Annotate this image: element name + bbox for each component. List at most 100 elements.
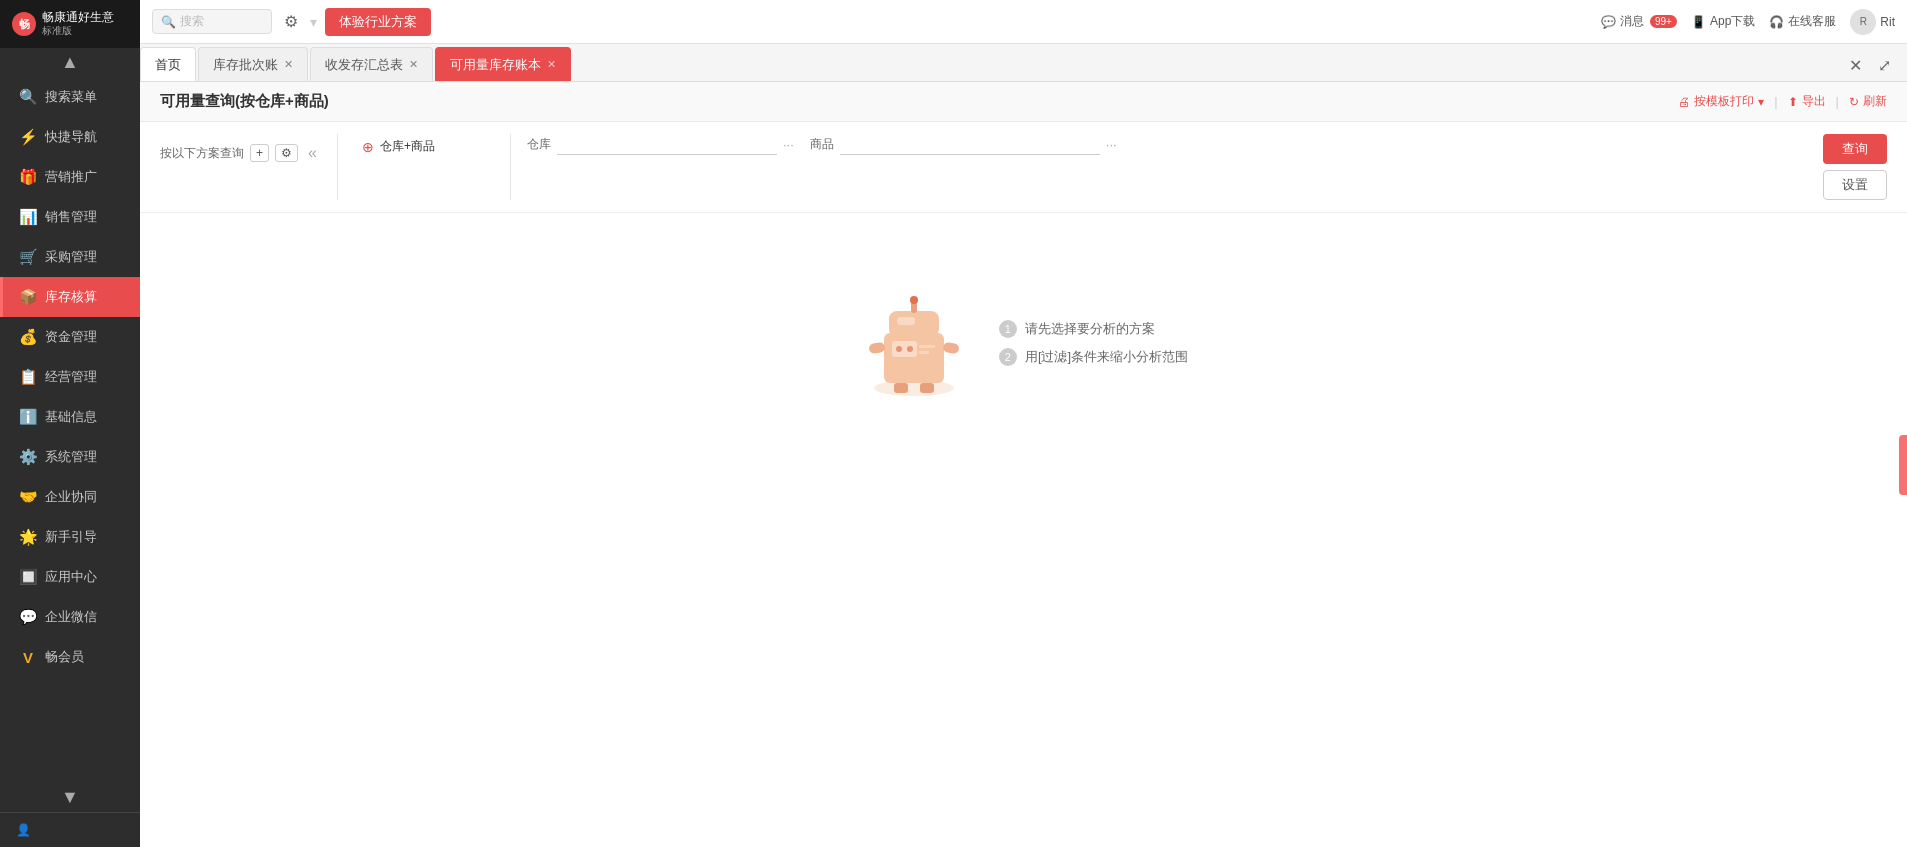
gift-icon: 🎁 (19, 168, 37, 186)
main-area: 🔍 搜索 ⚙ ▾ 体验行业方案 💬 消息 99+ 📱 App下载 🎧 在线客服 (140, 0, 1907, 847)
warehouse-more-icon[interactable]: ··· (783, 137, 794, 152)
sidebar-label-system: 系统管理 (45, 448, 97, 466)
svg-point-4 (907, 346, 913, 352)
sidebar-label-membership: 畅会员 (45, 648, 84, 666)
collapse-filter-button[interactable]: « (304, 140, 321, 166)
scheme-item-warehouse-product[interactable]: ⊕ 仓库+商品 (354, 134, 494, 159)
search-box[interactable]: 🔍 搜索 (152, 9, 272, 34)
gear-icon-topbar[interactable]: ⚙ (280, 8, 302, 35)
sidebar-item-shortcut[interactable]: ⚡ 快捷导航 (0, 117, 140, 157)
refresh-button[interactable]: ↻ 刷新 (1849, 93, 1887, 110)
sidebar-item-app-center[interactable]: 🔲 应用中心 (0, 557, 140, 597)
tab-batch-account[interactable]: 库存批次账 ✕ (198, 47, 308, 81)
tab-deposit-summary-close[interactable]: ✕ (409, 58, 418, 71)
print-button[interactable]: 🖨 按模板打印 ▾ (1678, 93, 1764, 110)
sidebar-label-search: 搜索菜单 (45, 88, 97, 106)
close-tab-button[interactable]: ✕ (1845, 54, 1866, 77)
tab-home[interactable]: 首页 (140, 47, 196, 81)
sidebar-scroll-down[interactable]: ▼ (0, 783, 140, 812)
right-scrollbar-hint (1899, 435, 1907, 495)
sidebar-label-marketing: 营销推广 (45, 168, 97, 186)
tab-batch-account-close[interactable]: ✕ (284, 58, 293, 71)
print-label: 按模板打印 (1694, 93, 1754, 110)
user-avatar-small: 👤 (16, 823, 31, 837)
tip-num-1: 1 (999, 320, 1017, 338)
sidebar-label-wechat: 企业微信 (45, 608, 97, 626)
sidebar-scroll-up[interactable]: ▲ (0, 48, 140, 77)
page-content: 可用量查询(按仓库+商品) 🖨 按模板打印 ▾ | ⬆ 导出 | ↻ 刷新 (140, 82, 1907, 847)
app-download-label: App下载 (1710, 13, 1755, 30)
message-icon: 💬 (1601, 15, 1616, 29)
print-icon: 🖨 (1678, 95, 1690, 109)
sidebar-item-finance[interactable]: 💰 资金管理 (0, 317, 140, 357)
sidebar-item-marketing[interactable]: 🎁 营销推广 (0, 157, 140, 197)
expand-button[interactable]: ⤢ (1874, 54, 1895, 77)
sidebar-item-inventory[interactable]: 📦 库存核算 (0, 277, 140, 317)
svg-point-3 (896, 346, 902, 352)
filter-section-text: 按以下方案查询 (160, 145, 244, 162)
app-logo: 畅 (12, 12, 36, 36)
filter-area: 按以下方案查询 + ⚙ « ⊕ 仓库+商品 仓库 ··· (140, 122, 1907, 213)
membership-icon: V (19, 649, 37, 666)
trial-industry-button[interactable]: 体验行业方案 (325, 8, 431, 36)
product-field-label: 商品 (810, 136, 834, 153)
inventory-icon: 📦 (19, 288, 37, 306)
user-name: Rit (1880, 15, 1895, 29)
sidebar: 畅 畅康通好生意 标准版 ▲ 🔍 搜索菜单 ⚡ 快捷导航 🎁 营销推广 📊 销售… (0, 0, 140, 847)
message-action[interactable]: 💬 消息 99+ (1601, 13, 1677, 30)
page-title: 可用量查询(按仓库+商品) (160, 92, 329, 111)
sidebar-label-inventory: 库存核算 (45, 288, 97, 306)
scheme-settings-button[interactable]: ⚙ (275, 144, 298, 162)
query-button[interactable]: 查询 (1823, 134, 1887, 164)
sidebar-footer[interactable]: 👤 (0, 812, 140, 847)
tab-deposit-summary[interactable]: 收发存汇总表 ✕ (310, 47, 433, 81)
svg-rect-5 (919, 345, 935, 348)
sidebar-label-basic-info: 基础信息 (45, 408, 97, 426)
empty-tip-1: 1 请先选择要分析的方案 (999, 320, 1188, 338)
tab-available-ledger[interactable]: 可用量库存账本 ✕ (435, 47, 571, 81)
add-scheme-button[interactable]: + (250, 144, 269, 162)
svg-rect-8 (920, 383, 934, 393)
sidebar-item-operations[interactable]: 📋 经营管理 (0, 357, 140, 397)
app-name: 畅康通好生意 (42, 10, 114, 24)
export-button[interactable]: ⬆ 导出 (1788, 93, 1826, 110)
product-more-icon[interactable]: ··· (1106, 137, 1117, 152)
sidebar-item-basic-info[interactable]: ℹ️ 基础信息 (0, 397, 140, 437)
header-divider-2: | (1836, 94, 1839, 109)
sidebar-item-system[interactable]: ⚙️ 系统管理 (0, 437, 140, 477)
settings-button[interactable]: 设置 (1823, 170, 1887, 200)
svg-rect-1 (884, 333, 944, 383)
tab-available-ledger-close[interactable]: ✕ (547, 58, 556, 71)
top-bar: 🔍 搜索 ⚙ ▾ 体验行业方案 💬 消息 99+ 📱 App下载 🎧 在线客服 (140, 0, 1907, 44)
filter-fields: 仓库 ··· 商品 ··· (527, 134, 1811, 155)
empty-state: 1 请先选择要分析的方案 2 用[过滤]条件来缩小分析范围 (140, 213, 1907, 473)
operations-icon: 📋 (19, 368, 37, 386)
sidebar-item-sales[interactable]: 📊 销售管理 (0, 197, 140, 237)
avatar-initial: R (1860, 16, 1867, 27)
sidebar-item-newbie[interactable]: 🌟 新手引导 (0, 517, 140, 557)
header-divider-1: | (1774, 94, 1777, 109)
purchase-icon: 🛒 (19, 248, 37, 266)
sidebar-item-enterprise[interactable]: 🤝 企业协同 (0, 477, 140, 517)
sidebar-item-wechat[interactable]: 💬 企业微信 (0, 597, 140, 637)
headset-icon: 🎧 (1769, 15, 1784, 29)
svg-rect-6 (919, 351, 929, 354)
sidebar-item-membership[interactable]: V 畅会员 (0, 637, 140, 677)
tabs-right-controls: ✕ ⤢ (1845, 54, 1907, 81)
search-icon-topbar: 🔍 (161, 15, 176, 29)
tip-text-1: 请先选择要分析的方案 (1025, 320, 1155, 338)
app-name-block: 畅康通好生意 标准版 (42, 10, 114, 38)
svg-point-14 (910, 296, 918, 304)
warehouse-input[interactable] (557, 134, 777, 155)
online-service-action[interactable]: 🎧 在线客服 (1769, 13, 1836, 30)
sidebar-nav: 🔍 搜索菜单 ⚡ 快捷导航 🎁 营销推广 📊 销售管理 🛒 采购管理 📦 库存核… (0, 77, 140, 783)
sidebar-item-purchase[interactable]: 🛒 采购管理 (0, 237, 140, 277)
product-input[interactable] (840, 134, 1100, 155)
sidebar-label-enterprise: 企业协同 (45, 488, 97, 506)
scheme-label: 仓库+商品 (380, 138, 435, 155)
filter-actions: 查询 设置 (1823, 134, 1887, 200)
sidebar-label-newbie: 新手引导 (45, 528, 97, 546)
app-download-action[interactable]: 📱 App下载 (1691, 13, 1755, 30)
sidebar-item-search[interactable]: 🔍 搜索菜单 (0, 77, 140, 117)
user-profile[interactable]: R Rit (1850, 9, 1895, 35)
